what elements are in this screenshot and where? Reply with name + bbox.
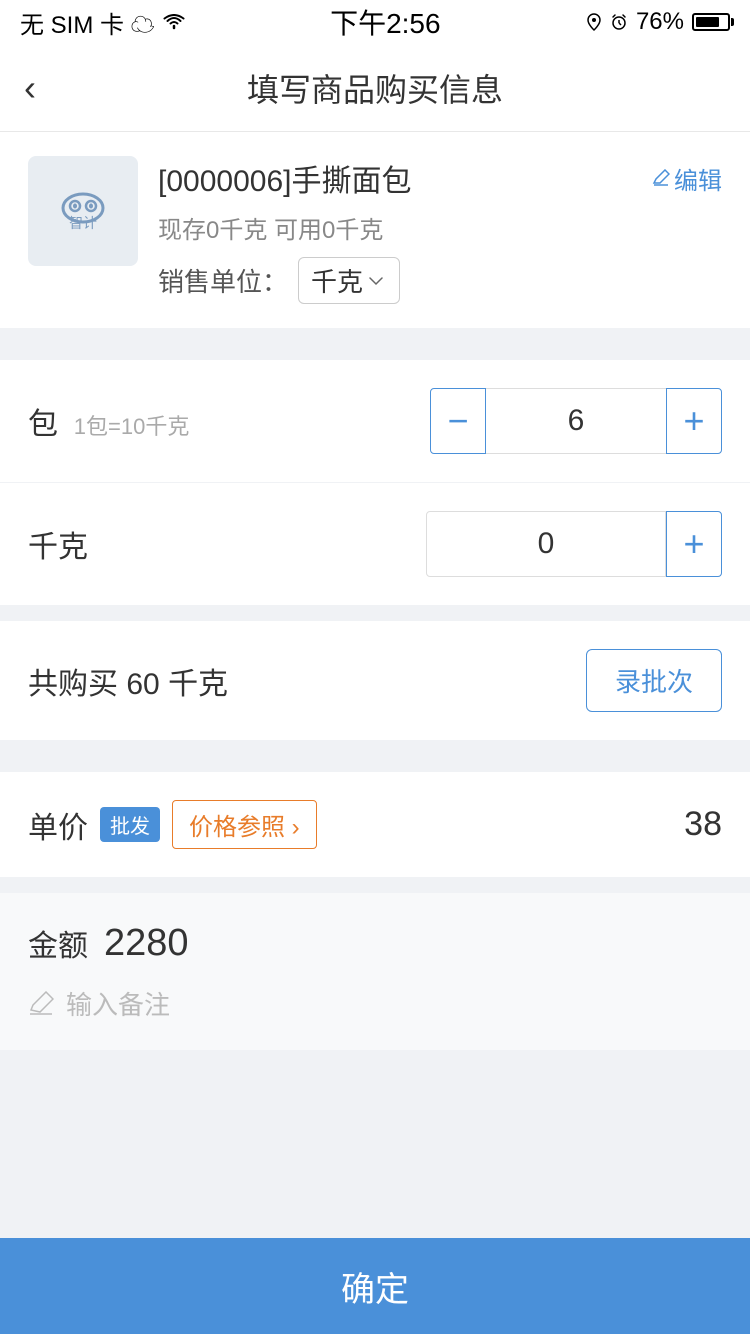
- confirm-button[interactable]: 确定: [0, 1238, 750, 1334]
- unit-dropdown[interactable]: 千克: [298, 257, 400, 304]
- total-section: 共购买 60 千克 录批次: [0, 621, 750, 740]
- price-label: 单价: [28, 803, 88, 847]
- unit-label: 销售单位：: [158, 262, 288, 299]
- pack-input-row: 包 1包=10千克 − +: [0, 360, 750, 483]
- total-text: 共购买 60 千克: [28, 659, 228, 703]
- pack-label: 包: [28, 408, 58, 441]
- total-value: 60: [126, 668, 168, 701]
- total-unit: 千克: [168, 668, 228, 701]
- battery-icon: [692, 13, 730, 31]
- battery-percent: 76%: [636, 8, 684, 36]
- confirm-label: 确定: [341, 1262, 409, 1311]
- price-badge: 批发: [100, 807, 160, 842]
- pack-increment-button[interactable]: +: [666, 388, 722, 454]
- remark-row[interactable]: 输入备注: [28, 985, 722, 1022]
- price-ref-button[interactable]: 价格参照 ›: [172, 800, 317, 849]
- status-time: 下午2:56: [330, 2, 441, 42]
- edit-label: 编辑: [674, 161, 722, 196]
- pack-decrement-button[interactable]: −: [430, 388, 486, 454]
- alarm-icon: [610, 13, 628, 31]
- svg-text:智计: 智计: [69, 215, 97, 231]
- kg-increment-button[interactable]: +: [666, 511, 722, 577]
- wifi-icon: [163, 14, 185, 30]
- pack-controls: − +: [430, 388, 722, 454]
- kg-input-row: 千克 +: [0, 483, 750, 605]
- amount-label: 金额: [28, 921, 88, 965]
- price-value: 38: [684, 805, 722, 844]
- product-image: 智计: [28, 156, 138, 266]
- product-logo: 智计: [53, 186, 113, 236]
- pack-hint: 1包=10千克: [74, 414, 190, 439]
- back-button[interactable]: ‹: [24, 67, 36, 109]
- product-stock: 现存0千克 可用0千克: [158, 210, 722, 245]
- sim-status: 无 SIM 卡 ☁: [20, 5, 155, 40]
- separator-2: [0, 756, 750, 772]
- product-info: [0000006]手撕面包 编辑 现存0千克 可用0千克 销售单位： 千克: [158, 156, 722, 304]
- status-right: 76%: [586, 8, 730, 36]
- kg-input[interactable]: [426, 511, 666, 577]
- price-label-area: 单价 批发 价格参照 ›: [28, 800, 317, 849]
- amount-section: 金额 2280 输入备注: [0, 893, 750, 1050]
- unit-value: 千克: [311, 262, 363, 299]
- kg-label: 千克: [28, 531, 88, 564]
- pack-input[interactable]: [486, 388, 666, 454]
- status-left: 无 SIM 卡 ☁: [20, 5, 185, 40]
- amount-value: 2280: [104, 922, 189, 965]
- separator-1: [0, 344, 750, 360]
- remark-placeholder[interactable]: 输入备注: [66, 985, 170, 1022]
- pencil-icon: [28, 991, 54, 1017]
- product-name: [0000006]手撕面包: [158, 156, 411, 200]
- empty-space: [0, 1066, 750, 1266]
- page-title: 填写商品购买信息: [247, 65, 503, 111]
- edit-button[interactable]: 编辑: [652, 161, 722, 196]
- edit-icon: [652, 169, 670, 187]
- price-section: 单价 批发 价格参照 › 38: [0, 772, 750, 877]
- product-card: 智计 [0000006]手撕面包 编辑 现存0千克 可用0千克 销售单位： 千克: [0, 132, 750, 328]
- total-label: 共购买: [28, 668, 118, 701]
- quantity-section: 包 1包=10千克 − + 千克 +: [0, 360, 750, 605]
- location-icon: [586, 13, 602, 31]
- chevron-down-icon: [369, 276, 383, 286]
- nav-bar: ‹ 填写商品购买信息: [0, 44, 750, 132]
- status-bar: 无 SIM 卡 ☁ 下午2:56 76%: [0, 0, 750, 44]
- kg-controls: +: [426, 511, 722, 577]
- batch-button[interactable]: 录批次: [586, 649, 722, 712]
